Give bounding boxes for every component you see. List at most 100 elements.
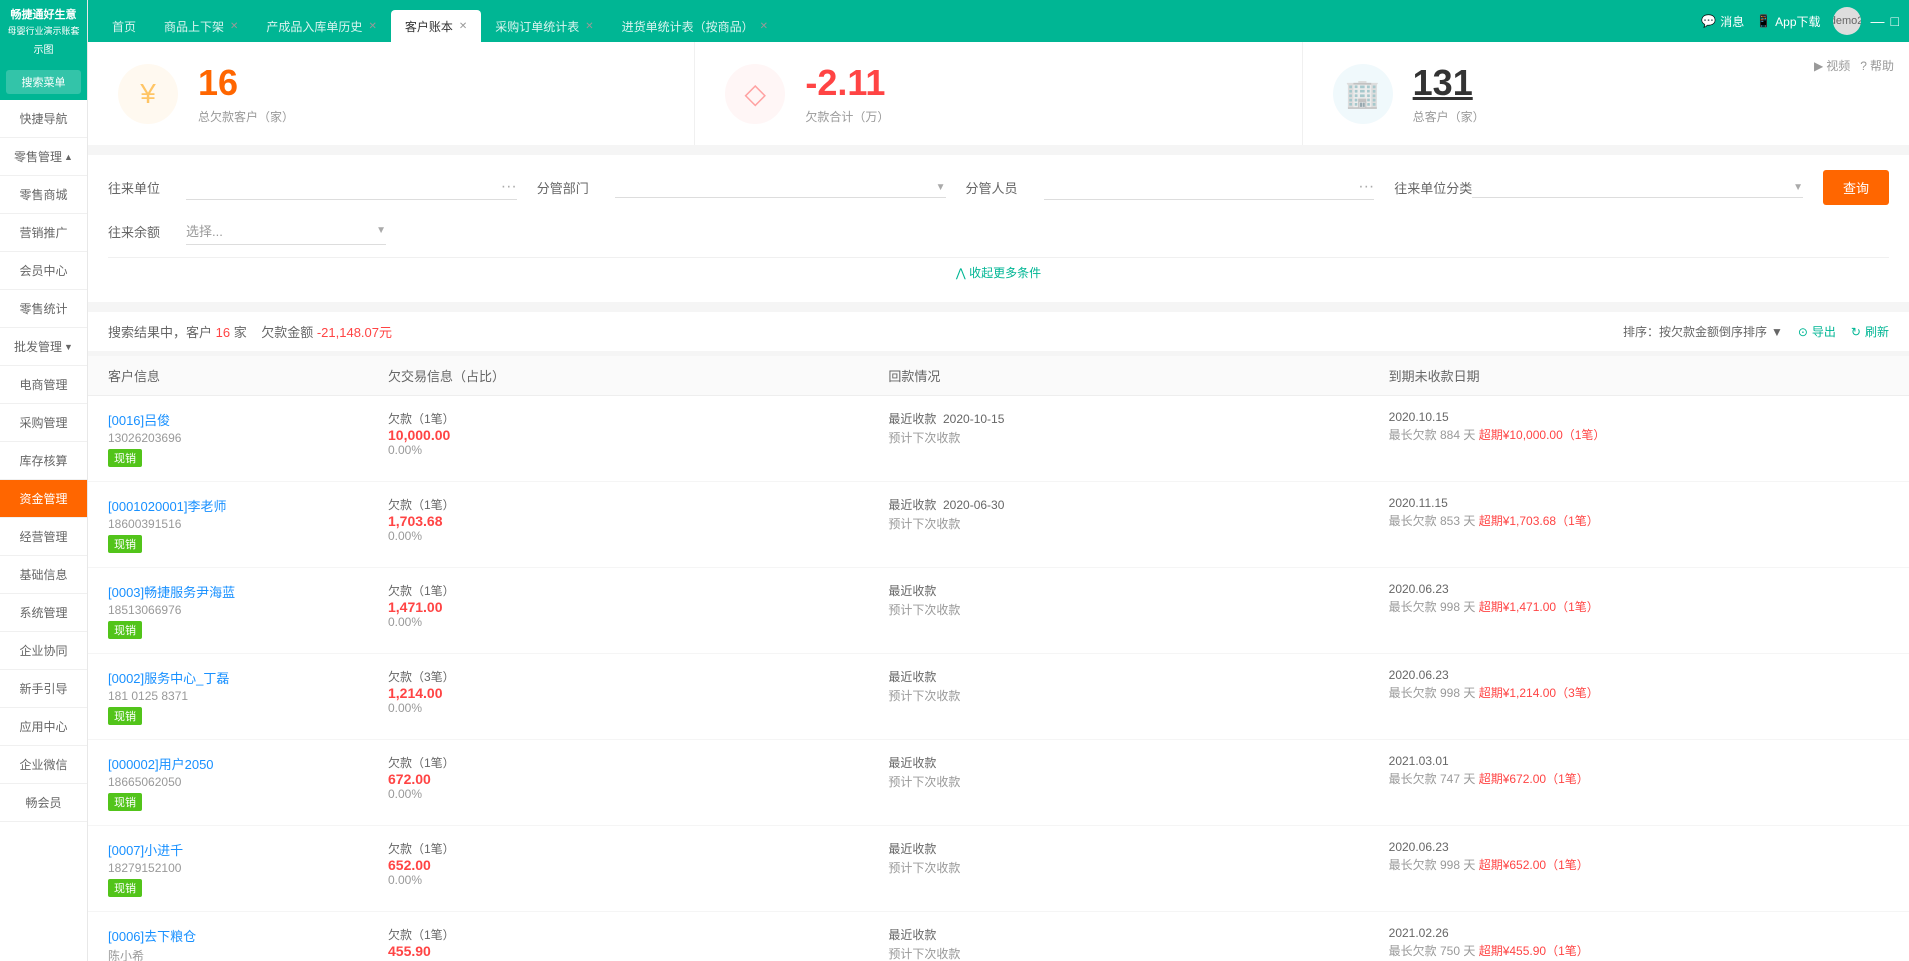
debt-customers-icon: ¥ [118,64,178,124]
topbar-actions: 💬 消息 📱 App下载 demo2 [1701,7,1860,35]
tab-home[interactable]: 首页 [98,10,150,42]
sidebar-item-member[interactable]: 会员中心 [0,252,87,290]
customer-name-link[interactable]: [0003]畅捷服务尹海蓝 [108,585,235,600]
chevron-down-icon: ▼ [936,182,946,193]
sidebar-item-business[interactable]: 经营管理 [0,518,87,556]
sidebar-item-retail-mall[interactable]: 零售商城 [0,176,87,214]
overdue-amount-link[interactable]: 超期¥1,471.00（1笔） [1479,600,1599,614]
collection-cell: 最近收款 2020-10-15 预计下次收款 [888,410,1388,446]
due-date: 2020.10.15 [1389,410,1889,424]
sidebar-toggle[interactable]: 示图 [6,41,81,56]
sidebar-item-ecommerce[interactable]: 电商管理 [0,366,87,404]
collection-date: 最近收款 [888,582,1388,599]
tab-close-incoming-stats[interactable]: ✕ [760,21,768,32]
tab-purchase-order[interactable]: 采购订单统计表 ✕ [481,10,607,42]
message-button[interactable]: 💬 消息 [1701,13,1744,30]
tab-close-purchase-order[interactable]: ✕ [585,21,593,32]
table-body: [0016]吕俊 13026203696 现销 欠款（1笔） 10,000.00… [88,396,1909,961]
overdue-amount-link[interactable]: 超期¥455.90（1笔） [1479,944,1589,958]
video-button[interactable]: ▶ 视频 [1814,57,1850,74]
overdue-amount-link[interactable]: 超期¥10,000.00（1笔） [1479,428,1606,442]
tab-close-customer-account[interactable]: ✕ [459,21,467,32]
maximize-button[interactable]: □ [1891,13,1899,29]
customer-phone: 陈小希 [108,947,388,961]
debt-label: 欠款（3笔） [388,668,888,685]
help-button[interactable]: ? 帮助 [1860,57,1894,74]
overdue-amount-link[interactable]: 超期¥1,214.00（3笔） [1479,686,1599,700]
app-download-button[interactable]: 📱 App下载 [1756,13,1820,30]
customer-name-link[interactable]: [0001020001]李老师 [108,499,227,514]
debt-cell: 欠款（3笔） 1,214.00 0.00% [388,668,888,715]
overdue-amount-link[interactable]: 超期¥672.00（1笔） [1479,772,1589,786]
sidebar-item-purchase[interactable]: 采购管理 [0,404,87,442]
minimize-button[interactable]: — [1871,13,1885,29]
from-unit-more-icon[interactable]: ··· [501,178,517,196]
sidebar-item-wechat[interactable]: 企业微信 [0,746,87,784]
sidebar-item-retail-stats[interactable]: 零售统计 [0,290,87,328]
sidebar-item-batch-manage[interactable]: 批发管理 ▼ [0,328,87,366]
total-customers-info: 131 总客户（家） [1413,62,1485,125]
total-customers-label: 总客户（家） [1413,108,1485,125]
sidebar-item-app-center[interactable]: 应用中心 [0,708,87,746]
balance-select[interactable]: 选择... ▼ [186,217,386,245]
person-more-icon[interactable]: ··· [1358,178,1374,196]
sidebar-item-guide[interactable]: 新手引导 [0,670,87,708]
sidebar-item-system[interactable]: 系统管理 [0,594,87,632]
customer-name-link[interactable]: [0002]服务中心_丁磊 [108,671,229,686]
overdue-amount-link[interactable]: 超期¥652.00（1笔） [1479,858,1589,872]
table-row: [0007]小进千 18279152100 现销 欠款（1笔） 652.00 0… [88,826,1909,912]
person-label: 分管人员 [966,178,1036,197]
sidebar-item-enterprise[interactable]: 企业协同 [0,632,87,670]
person-input-container[interactable]: ··· [1044,176,1375,200]
due-cell: 2020.10.15 最长欠款 884 天 超期¥10,000.00（1笔） [1389,410,1889,443]
from-unit-input[interactable] [186,176,501,199]
result-actions: 排序：按欠款金额倒序排序 ▼ ⊙ 导出 ↻ 刷新 [1623,323,1889,340]
chevron-down-icon: ▼ [1793,182,1803,193]
sidebar-item-marketing[interactable]: 营销推广 [0,214,87,252]
stat-actions: ▶ 视频 ? 帮助 [1814,57,1894,74]
sidebar-item-basic-info[interactable]: 基础信息 [0,556,87,594]
search-menu-button[interactable]: 搜索菜单 [6,70,81,94]
sidebar-item-quick-nav[interactable]: 快捷导航 [0,100,87,138]
debt-label: 欠款（1笔） [388,582,888,599]
debt-label: 欠款（1笔） [388,926,888,943]
tab-customer-account[interactable]: 客户账本 ✕ [391,10,481,42]
customer-name-link[interactable]: [0016]吕俊 [108,413,170,428]
sort-button[interactable]: 排序：按欠款金额倒序排序 ▼ [1623,323,1783,340]
tab-incoming-stats[interactable]: 进货单统计表（按商品） ✕ [608,10,782,42]
debt-percent: 0.00% [388,529,888,543]
overdue-amount-link[interactable]: 超期¥1,703.68（1笔） [1479,514,1599,528]
from-unit-input-container[interactable]: ··· [186,176,517,200]
unit-class-select[interactable]: ▼ [1472,178,1803,198]
tab-close-product-shelf[interactable]: ✕ [230,21,238,32]
refresh-button[interactable]: ↻ 刷新 [1851,323,1889,340]
stat-card-total-customers: 🏢 131 总客户（家） ▶ 视频 ? 帮助 [1303,42,1909,145]
collection-date: 最近收款 2020-10-15 [888,410,1388,427]
tab-product-shelf[interactable]: 商品上下架 ✕ [150,10,252,42]
query-button[interactable]: 查询 [1823,170,1889,205]
customer-name-link[interactable]: [0006]去下粮仓 [108,929,196,944]
customer-info-cell: [0006]去下粮仓 陈小希 现销 [108,926,388,961]
sidebar-item-member2[interactable]: 畅会员 [0,784,87,822]
table-row: [0016]吕俊 13026203696 现销 欠款（1笔） 10,000.00… [88,396,1909,482]
collection-date: 最近收款 2020-06-30 [888,496,1388,513]
sidebar-item-inventory[interactable]: 库存核算 [0,442,87,480]
tab-close-product-history[interactable]: ✕ [368,21,376,32]
sidebar-item-finance[interactable]: 资金管理 [0,480,87,518]
mobile-icon: 📱 [1756,14,1771,28]
customer-name-link[interactable]: [000002]用户2050 [108,757,214,772]
debt-cell: 欠款（1笔） 10,000.00 0.00% [388,410,888,457]
person-input[interactable] [1044,176,1359,199]
sidebar-item-retail-manage[interactable]: 零售管理 ▲ [0,138,87,176]
customer-phone: 18513066976 [108,603,388,617]
customer-name-link[interactable]: [0007]小进千 [108,843,183,858]
due-cell: 2021.02.26 最长欠款 750 天 超期¥455.90（1笔） [1389,926,1889,959]
customer-phone: 18279152100 [108,861,388,875]
collapse-filter-button[interactable]: ⋀ 收起更多条件 [108,257,1889,287]
export-button[interactable]: ⊙ 导出 [1798,323,1836,340]
dept-select[interactable]: ▼ [615,178,946,198]
tab-product-history[interactable]: 产成品入库单历史 ✕ [252,10,390,42]
user-avatar[interactable]: demo2 [1833,7,1861,35]
filter-dept: 分管部门 ▼ [537,178,946,198]
app-subtitle: 母婴行业演示账套 [6,24,81,37]
